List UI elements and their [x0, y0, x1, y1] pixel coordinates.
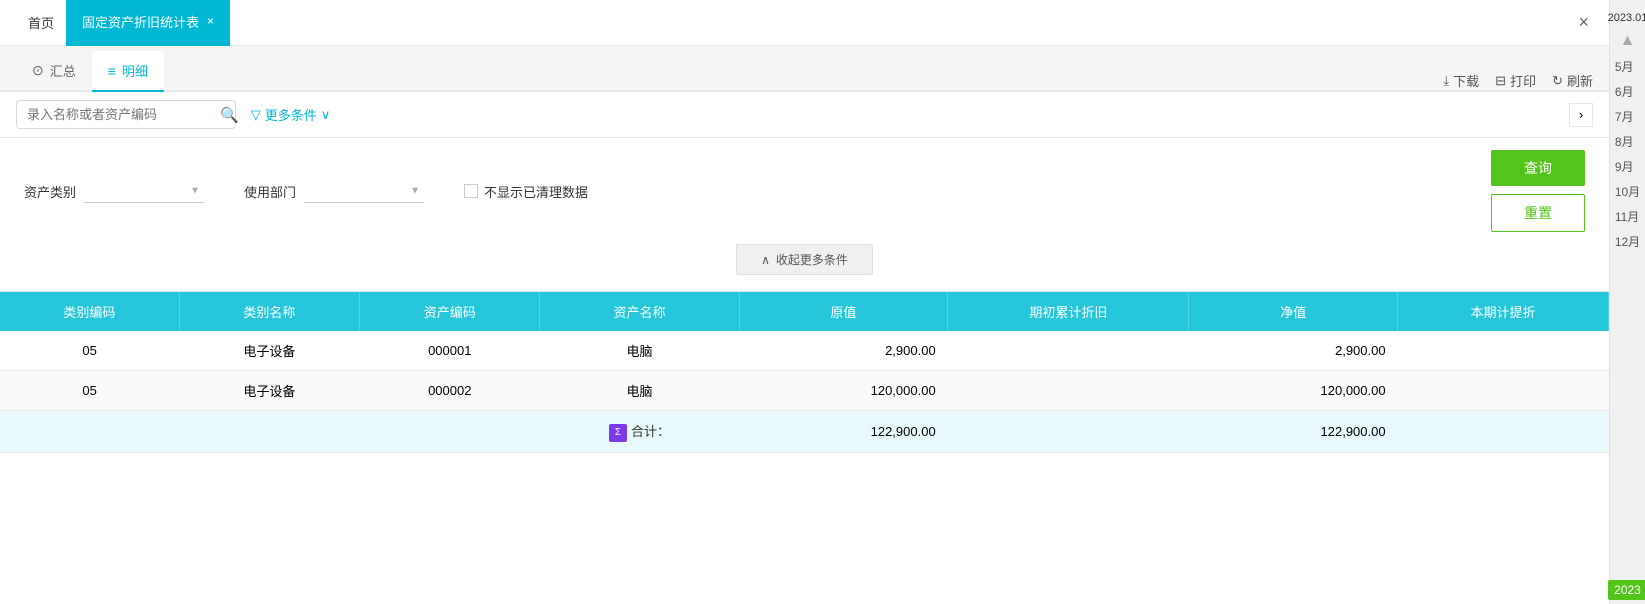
- refresh-label: 刷新: [1567, 71, 1593, 90]
- filter-icon: ▽: [251, 107, 261, 123]
- cell-current-period: [1398, 371, 1609, 411]
- summary-icon: ⊙: [32, 62, 44, 79]
- tab-detail-label: 明细: [122, 61, 148, 80]
- tab-summary-label: 汇总: [50, 61, 76, 80]
- cell-accumulated-depreciation: [948, 331, 1189, 371]
- total-net-value: 122,900.00: [1189, 411, 1398, 453]
- data-table-container: 类别编码 类别名称 资产编码 资产名称 原值 期初累计折旧 净值 本期计提折 0…: [0, 292, 1609, 604]
- sidebar-month-item[interactable]: 12月: [1615, 229, 1640, 254]
- cell-original-value: 2,900.00: [739, 331, 948, 371]
- sidebar-month-item[interactable]: 10月: [1615, 179, 1640, 204]
- asset-category-group: 资产类别: [24, 179, 204, 203]
- collapse-up-icon: ∧: [761, 253, 770, 267]
- print-icon: ⊟: [1495, 73, 1506, 89]
- col-category-name: 类别名称: [179, 292, 359, 331]
- sidebar-month-item[interactable]: 7月: [1615, 104, 1640, 129]
- tab-close-icon[interactable]: ×: [207, 14, 214, 28]
- use-dept-select[interactable]: [304, 179, 424, 203]
- table-row: 05 电子设备 000002 电脑 120,000.00 120,000.00: [0, 371, 1609, 411]
- cell-current-period: [1398, 331, 1609, 371]
- sidebar-current-date: 2023.01: [1608, 8, 1645, 28]
- active-tab: 固定资产折旧统计表 ×: [66, 0, 230, 46]
- data-table: 类别编码 类别名称 资产编码 资产名称 原值 期初累计折旧 净值 本期计提折 0…: [0, 292, 1609, 453]
- tab-bar: ⊙ 汇总 ≡ 明细 ⤓ 下载 ⊟ 打印 ↻ 刷新: [0, 46, 1609, 92]
- asset-category-select[interactable]: [84, 179, 204, 203]
- cell-net-value: 120,000.00: [1189, 371, 1398, 411]
- asset-category-label: 资产类别: [24, 182, 76, 201]
- cell-category-name: 电子设备: [179, 371, 359, 411]
- refresh-icon: ↻: [1552, 73, 1563, 89]
- query-button[interactable]: 查询: [1491, 150, 1585, 186]
- tab-summary[interactable]: ⊙ 汇总: [16, 51, 92, 92]
- total-label-cell: [0, 411, 540, 453]
- cell-category-code: 05: [0, 331, 179, 371]
- collapse-conditions-button[interactable]: ∧ 收起更多条件: [736, 244, 873, 275]
- advanced-filter-panel: 资产类别 使用部门 不显示已清理数据: [0, 138, 1609, 292]
- reset-button[interactable]: 重置: [1491, 194, 1585, 232]
- sidebar-up-button[interactable]: ▲: [1620, 32, 1636, 50]
- print-button[interactable]: ⊟ 打印: [1495, 71, 1536, 90]
- hide-cleared-label: 不显示已清理数据: [484, 182, 588, 201]
- sidebar-month-item[interactable]: 6月: [1615, 79, 1640, 104]
- sidebar-month-item[interactable]: 5月: [1615, 54, 1640, 79]
- cell-original-value: 120,000.00: [739, 371, 948, 411]
- cell-asset-name: 电脑: [540, 331, 739, 371]
- cell-asset-name: 电脑: [540, 371, 739, 411]
- detail-icon: ≡: [108, 63, 116, 79]
- cell-category-name: 电子设备: [179, 331, 359, 371]
- table-total-row: Σ合计： 122,900.00 122,900.00: [0, 411, 1609, 453]
- download-icon: ⤓: [1443, 73, 1449, 89]
- col-asset-code: 资产编码: [360, 292, 540, 331]
- active-tab-label: 固定资产折旧统计表: [82, 12, 199, 31]
- sidebar-year-badge[interactable]: 2023: [1608, 580, 1645, 600]
- table-header-row: 类别编码 类别名称 资产编码 资产名称 原值 期初累计折旧 净值 本期计提折: [0, 292, 1609, 331]
- collapse-label: 收起更多条件: [776, 251, 848, 268]
- total-original-value: 122,900.00: [739, 411, 948, 453]
- total-current-period: [1398, 411, 1609, 453]
- tab-actions: ⤓ 下载 ⊟ 打印 ↻ 刷新: [1443, 71, 1593, 90]
- cell-asset-code: 000001: [360, 331, 540, 371]
- refresh-button[interactable]: ↻ 刷新: [1552, 71, 1593, 90]
- total-label: Σ合计：: [540, 411, 739, 453]
- use-dept-select-wrap: [304, 179, 424, 203]
- table-row: 05 电子设备 000001 电脑 2,900.00 2,900.00: [0, 331, 1609, 371]
- cell-accumulated-depreciation: [948, 371, 1189, 411]
- cell-asset-code: 000002: [360, 371, 540, 411]
- sidebar-month-item[interactable]: 8月: [1615, 129, 1640, 154]
- cell-category-code: 05: [0, 371, 179, 411]
- window-close-button[interactable]: ×: [1574, 8, 1593, 37]
- chevron-down-icon: ∨: [321, 107, 331, 123]
- col-original-value: 原值: [739, 292, 948, 331]
- col-category-code: 类别编码: [0, 292, 179, 331]
- asset-category-select-wrap: [84, 179, 204, 203]
- sidebar-month-item[interactable]: 9月: [1615, 154, 1640, 179]
- hide-cleared-checkbox[interactable]: [464, 184, 478, 198]
- col-accumulated-depreciation: 期初累计折旧: [948, 292, 1189, 331]
- download-label: 下载: [1453, 71, 1479, 90]
- search-input[interactable]: [16, 100, 236, 129]
- more-conditions-btn[interactable]: ▽ 更多条件 ∨: [251, 105, 331, 124]
- hide-cleared-group: 不显示已清理数据: [464, 182, 588, 201]
- filter-actions: 查询 重置: [1491, 150, 1585, 232]
- col-asset-name: 资产名称: [540, 292, 739, 331]
- sidebar-month-item[interactable]: 11月: [1615, 204, 1640, 229]
- home-nav[interactable]: 首页: [16, 13, 66, 32]
- cell-net-value: 2,900.00: [1189, 331, 1398, 371]
- expand-panel-button[interactable]: ›: [1569, 103, 1593, 127]
- use-dept-label: 使用部门: [244, 182, 296, 201]
- download-button[interactable]: ⤓ 下载: [1443, 71, 1479, 90]
- more-conditions-label: 更多条件: [265, 105, 317, 124]
- tab-detail[interactable]: ≡ 明细: [92, 51, 164, 92]
- filter-row-1: 资产类别 使用部门 不显示已清理数据: [24, 150, 1585, 232]
- use-dept-group: 使用部门: [244, 179, 424, 203]
- col-net-value: 净值: [1189, 292, 1398, 331]
- right-sidebar: 2023.01 ▲ 5月6月7月8月9月10月11月12月 2023: [1609, 0, 1645, 604]
- print-label: 打印: [1510, 71, 1536, 90]
- search-bar: 🔍 ▽ 更多条件 ∨ ›: [0, 92, 1609, 138]
- total-accumulated-depreciation: [948, 411, 1189, 453]
- col-current-period: 本期计提折: [1398, 292, 1609, 331]
- top-nav: 首页 固定资产折旧统计表 × ×: [0, 0, 1609, 46]
